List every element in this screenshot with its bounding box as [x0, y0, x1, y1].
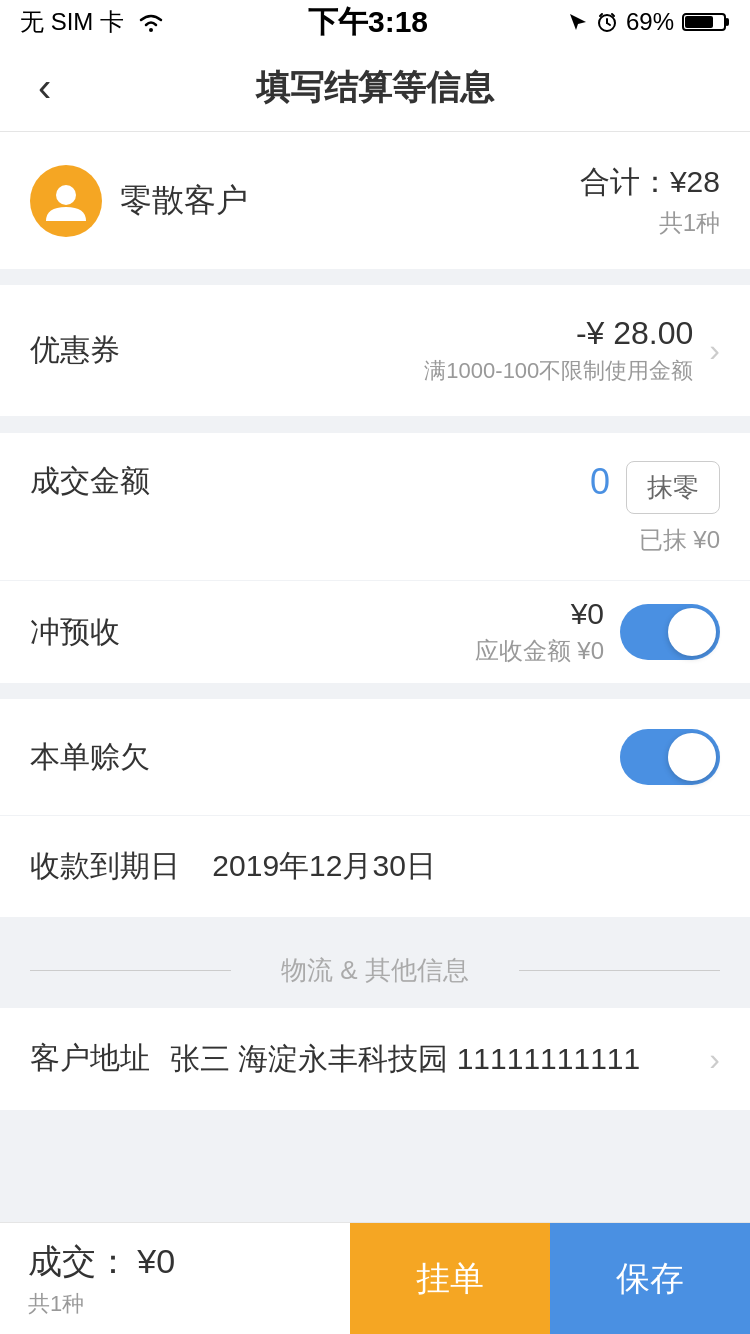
credit-card: 本单赊欠 收款到期日 2019年12月30日 — [0, 699, 750, 917]
alarm-icon — [596, 11, 618, 33]
prepay-label: 冲预收 — [30, 612, 120, 653]
avatar — [30, 165, 102, 237]
status-bar: 无 SIM 卡 下午3:18 69% — [0, 0, 750, 44]
credit-toggle[interactable] — [620, 729, 720, 785]
deal-section: 成交金额 0 抹零 已抹 ¥0 冲预收 ¥0 应收金额 ¥0 — [0, 433, 750, 683]
status-left: 无 SIM 卡 — [20, 6, 168, 38]
nav-bar: ‹ 填写结算等信息 — [0, 44, 750, 132]
due-date-label: 收款到期日 — [30, 849, 180, 882]
round-button[interactable]: 抹零 — [626, 461, 720, 514]
save-button[interactable]: 保存 — [550, 1223, 750, 1335]
address-chevron-icon: › — [709, 1041, 720, 1078]
svg-line-5 — [612, 14, 614, 16]
deal-amount-row: 成交金额 0 抹零 — [0, 433, 750, 524]
deal-sub-text: 已抹 ¥0 — [0, 524, 750, 580]
svg-rect-8 — [685, 16, 713, 28]
deal-amount-value[interactable]: 0 — [590, 461, 610, 503]
coupon-value-wrap: -¥ 28.00 满1000-100不限制使用金额 — [424, 315, 693, 386]
svg-rect-7 — [725, 18, 729, 26]
customer-row[interactable]: 零散客户 合计：¥28 共1种 — [0, 132, 750, 269]
svg-point-9 — [56, 185, 76, 205]
prepay-main-value: ¥0 — [475, 597, 604, 631]
page-title: 填写结算等信息 — [256, 65, 494, 111]
coupon-desc: 满1000-100不限制使用金额 — [424, 356, 693, 386]
address-left: 客户地址 张三 海淀永丰科技园 11111111111 — [30, 1038, 640, 1080]
content-area: 零散客户 合计：¥28 共1种 优惠券 -¥ 28.00 满1000-100不限… — [0, 132, 750, 1230]
customer-total: 合计：¥28 — [580, 162, 720, 203]
prepay-value-wrap: ¥0 应收金额 ¥0 — [475, 597, 604, 667]
bottom-deal-label: 成交： — [28, 1242, 130, 1280]
status-right: 69% — [568, 8, 730, 36]
coupon-label: 优惠券 — [30, 330, 120, 371]
chevron-icon: › — [709, 332, 720, 369]
prepay-row: 冲预收 ¥0 应收金额 ¥0 — [0, 580, 750, 683]
battery-text: 69% — [626, 8, 674, 36]
customer-total-wrap: 合计：¥28 共1种 — [580, 162, 720, 239]
bottom-deal-row: 成交： ¥0 — [28, 1239, 322, 1285]
prepay-right: ¥0 应收金额 ¥0 — [475, 597, 720, 667]
deal-amount-label: 成交金额 — [30, 461, 150, 502]
credit-row: 本单赊欠 — [0, 699, 750, 815]
svg-point-0 — [149, 28, 153, 32]
bottom-bar: 成交： ¥0 共1种 挂单 保存 — [0, 1222, 750, 1334]
due-date-row: 收款到期日 2019年12月30日 — [0, 815, 750, 917]
bottom-deal-value: ¥0 — [137, 1242, 175, 1280]
customer-name: 零散客户 — [120, 179, 248, 223]
bottom-info: 成交： ¥0 共1种 — [0, 1239, 350, 1319]
wifi-icon — [134, 10, 168, 34]
location-icon — [568, 12, 588, 32]
prepay-sub-value: 应收金额 ¥0 — [475, 635, 604, 667]
credit-label: 本单赊欠 — [30, 737, 150, 778]
prepay-toggle[interactable] — [620, 604, 720, 660]
coupon-right: -¥ 28.00 满1000-100不限制使用金额 › — [424, 315, 720, 386]
address-label: 客户地址 — [30, 1038, 150, 1079]
logistics-label: 物流 & 其他信息 — [281, 953, 469, 988]
address-row[interactable]: 客户地址 张三 海淀永丰科技园 11111111111 › — [0, 1008, 750, 1110]
coupon-amount: -¥ 28.00 — [424, 315, 693, 352]
carrier-text: 无 SIM 卡 — [20, 6, 124, 38]
customer-count: 共1种 — [580, 207, 720, 239]
address-value: 张三 海淀永丰科技园 11111111111 — [170, 1038, 640, 1080]
coupon-card[interactable]: 优惠券 -¥ 28.00 满1000-100不限制使用金额 › — [0, 285, 750, 417]
coupon-row[interactable]: 优惠券 -¥ 28.00 满1000-100不限制使用金额 › — [0, 285, 750, 417]
customer-avatar-icon — [44, 179, 88, 223]
status-time: 下午3:18 — [308, 2, 428, 43]
bottom-count: 共1种 — [28, 1289, 322, 1319]
back-button[interactable]: ‹ — [28, 55, 61, 120]
logistics-divider: 物流 & 其他信息 — [0, 933, 750, 1008]
svg-line-4 — [600, 14, 602, 16]
battery-icon — [682, 10, 730, 34]
svg-line-3 — [607, 23, 610, 25]
customer-left: 零散客户 — [30, 165, 248, 237]
pending-button[interactable]: 挂单 — [350, 1223, 550, 1335]
due-date-value: 2019年12月30日 — [212, 849, 435, 882]
deal-amount-right: 0 抹零 — [590, 461, 720, 514]
